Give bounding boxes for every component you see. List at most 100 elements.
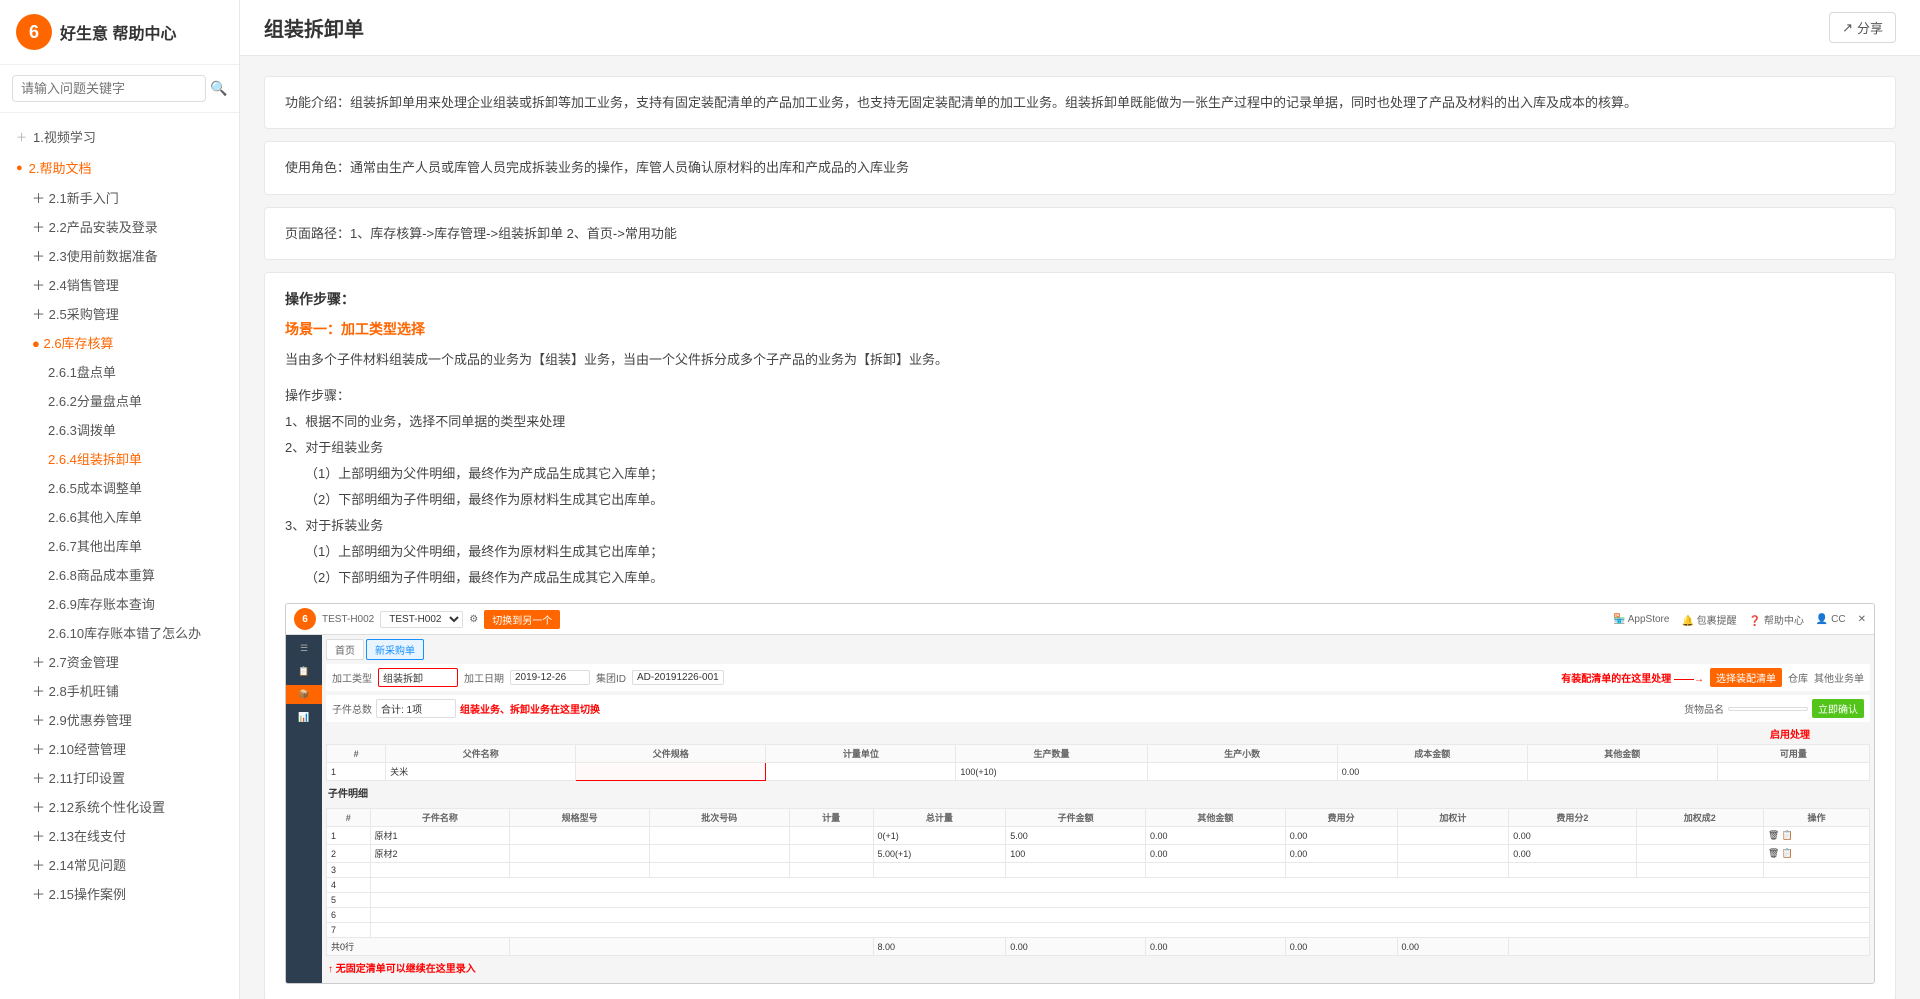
ss-tabs: 首页 新采购单 <box>326 639 1870 660</box>
ss-enable-annotation: 启用处理 <box>1770 726 1810 741</box>
path-card: 页面路径：1、库存核算->库存管理->组装拆卸单 2、首页->常用功能 <box>264 207 1896 260</box>
step1: 1、根据不同的业务，选择不同单据的类型来处理 <box>285 409 1875 435</box>
ss-sidebar: ☰ 📋 📦 📊 <box>286 635 322 983</box>
ss-switch-btn[interactable]: 切换到另一个 <box>484 610 560 629</box>
nav-list: ＋ 1.视频学习 ● 2.帮助文档 ＋ 2.1新手入门 ＋ 2.2产品安装及登录… <box>0 113 239 999</box>
ss-th-qtysmall: 生产小数 <box>1147 745 1337 763</box>
sidebar-item-install[interactable]: ＋ 2.2产品安装及登录 <box>0 212 239 241</box>
ss-form-row2: 子件总数 合计: 1项 组装业务、拆卸业务在这里切换 货物品名 立即确认 <box>326 695 1870 722</box>
ss-logo: 6 <box>294 608 316 630</box>
ss-tab-new[interactable]: 新采购单 <box>366 639 424 660</box>
ss-row-parent: 1 关米 100(+10) 0.00 <box>327 763 1870 781</box>
expand-icon: ＋ <box>16 129 27 145</box>
ss-app-icon: 🏪 AppStore <box>1613 614 1669 625</box>
ss-row-empty7: 7 <box>327 923 1870 938</box>
ss-company: TEST-H002 <box>322 614 374 625</box>
ss-annotation-switch: 组装业务、拆卸业务在这里切换 <box>460 701 1680 716</box>
sidebar-item-cost-adjust[interactable]: 2.6.5成本调整单 <box>0 473 239 502</box>
logo-area: 6 好生意 帮助中心 <box>0 0 239 65</box>
ops-title: 操作步骤： <box>285 289 1875 309</box>
ss-form-row1: 加工类型 组装拆卸 加工日期 2019-12-26 集团ID AD-201912… <box>326 664 1870 691</box>
sidebar-item-sales[interactable]: ＋ 2.4销售管理 <box>0 270 239 299</box>
sidebar-item-stock-fix[interactable]: 2.6.10库存账本错了怎么办 <box>0 618 239 647</box>
ss-extra-label2: 其他业务单 <box>1814 670 1864 685</box>
ss-subcount-input[interactable]: 合计: 1项 <box>376 699 456 718</box>
step2-1: （1）上部明细为父件明细，最终作为产成品生成其它入库单； <box>285 461 1875 487</box>
search-icon[interactable]: 🔍 <box>210 80 227 97</box>
ss-choose-btn[interactable]: 选择装配清单 <box>1710 668 1782 687</box>
ss-subcount-label: 子件总数 <box>332 701 372 716</box>
sidebar-item-personalize[interactable]: ＋ 2.12系统个性化设置 <box>0 792 239 821</box>
ss-th-other: 其他金额 <box>1527 745 1717 763</box>
sidebar-item-data-prep[interactable]: ＋ 2.3使用前数据准备 <box>0 241 239 270</box>
main-area: 组装拆卸单 ↗ 分享 功能介绍：组装拆卸单用来处理企业组装或拆卸等加工业务，支持… <box>240 0 1920 999</box>
sidebar-item-docs[interactable]: ● 2.帮助文档 <box>0 152 239 183</box>
screenshot-wrapper: 6 TEST-H002 TEST-H002 ⚙ 切换到另一个 🏪 AppStor… <box>285 603 1875 984</box>
sidebar-item-cases[interactable]: ＋ 2.15操作案例 <box>0 879 239 908</box>
sidebar-item-stock-query[interactable]: 2.6.9库存账本查询 <box>0 589 239 618</box>
sidebar-item-cost-recalc[interactable]: 2.6.8商品成本重算 <box>0 560 239 589</box>
ss-confirm-btn[interactable]: 立即确认 <box>1812 699 1864 718</box>
ss-find-input[interactable] <box>1728 707 1808 711</box>
sidebar-item-video[interactable]: ＋ 1.视频学习 <box>0 121 239 152</box>
intro-card: 功能介绍：组装拆卸单用来处理企业组装或拆卸等加工业务，支持有固定装配清单的产品加… <box>264 76 1896 129</box>
sidebar-item-finance[interactable]: ＋ 2.7资金管理 <box>0 647 239 676</box>
sidebar-item-newbie[interactable]: ＋ 2.1新手入门 <box>0 183 239 212</box>
step2: 2、对于组装业务 <box>285 435 1875 461</box>
ss-annotation-haslist: 有装配清单的在这里处理 ——→ <box>730 670 1704 685</box>
topbar: 组装拆卸单 ↗ 分享 <box>240 0 1920 56</box>
ss-row-child1: 1 原材1 0(+1) 5.00 0.00 0.00 <box>327 827 1870 845</box>
step2-2: （2）下部明细为子件明细，最终作为原材料生成其它出库单。 <box>285 487 1875 513</box>
step3-2: （2）下部明细为子件明细，最终作为产成品生成其它入库单。 <box>285 565 1875 591</box>
ss-body: ☰ 📋 📦 📊 首页 新采购单 <box>286 635 1874 983</box>
ss-row-empty5: 5 <box>327 893 1870 908</box>
ss-type-input[interactable]: 组装拆卸 <box>378 668 458 687</box>
ss-user-icon: 👤 CC <box>1816 614 1846 625</box>
sidebar-item-online-pay[interactable]: ＋ 2.13在线支付 <box>0 821 239 850</box>
share-icon: ↗ <box>1842 20 1853 36</box>
ss-table-footer: 共0行 8.00 0.00 0.00 0.00 0.00 <box>327 938 1870 956</box>
content-area: 功能介绍：组装拆卸单用来处理企业组装或拆卸等加工业务，支持有固定装配清单的产品加… <box>240 56 1920 999</box>
step3: 3、对于拆装业务 <box>285 513 1875 539</box>
ss-th-cost: 成本金额 <box>1337 745 1527 763</box>
step3-1: （1）上部明细为父件明细，最终作为原材料生成其它出库单； <box>285 539 1875 565</box>
ops-block: 操作步骤： 场景一：加工类型选择 当由多个子件材料组装成一个成品的业务为【组装】… <box>264 272 1896 999</box>
ss-close-icon[interactable]: ✕ <box>1858 614 1866 625</box>
ss-row-child2: 2 原材2 5.00(+1) 100 0.00 0.00 <box>327 845 1870 863</box>
sidebar-item-print[interactable]: ＋ 2.11打印设置 <box>0 763 239 792</box>
sidebar-item-mobile[interactable]: ＋ 2.8手机旺铺 <box>0 676 239 705</box>
sidebar-item-other-out[interactable]: 2.6.7其他出库单 <box>0 531 239 560</box>
ss-company-select[interactable]: TEST-H002 <box>380 611 463 628</box>
sidebar-item-stocktake[interactable]: 2.6.1盘点单 <box>0 357 239 386</box>
ss-th-parent-name: 父件名称 <box>386 745 576 763</box>
scene1-desc: 当由多个子件材料组装成一个成品的业务为【组装】业务，当由一个父件拆分成多个子产品… <box>285 347 1875 373</box>
sidebar-item-inventory[interactable]: ● 2.6库存核算 <box>0 328 239 357</box>
sidebar-item-other-in[interactable]: 2.6.6其他入库单 <box>0 502 239 531</box>
ss-row-empty3: 3 <box>327 863 1870 878</box>
ss-help-icon: ❓ 帮助中心 <box>1749 612 1804 627</box>
sidebar: 6 好生意 帮助中心 🔍 ＋ 1.视频学习 ● 2.帮助文档 ＋ 2.1新手入门… <box>0 0 240 999</box>
logo-icon: 6 <box>16 14 52 50</box>
page-title: 组装拆卸单 <box>264 13 364 42</box>
search-input[interactable] <box>12 75 206 102</box>
screenshot: 6 TEST-H002 TEST-H002 ⚙ 切换到另一个 🏪 AppStor… <box>285 603 1875 984</box>
ss-tab-home[interactable]: 首页 <box>326 639 364 660</box>
ss-date-label: 加工日期 <box>464 670 504 685</box>
scene1-title: 场景一：加工类型选择 <box>285 319 1875 339</box>
sidebar-item-faq[interactable]: ＋ 2.14常见问题 <box>0 850 239 879</box>
ss-lower-table: # 子件名称 规格型号 批次号码 计量 总计量 子件金额 其他金额 费用分 <box>326 808 1870 956</box>
ss-annotation-area1: 启用处理 <box>326 726 1870 740</box>
sidebar-item-partial-stocktake[interactable]: 2.6.2分量盘点单 <box>0 386 239 415</box>
share-button[interactable]: ↗ 分享 <box>1829 12 1896 43</box>
ss-type-label: 加工类型 <box>332 670 372 685</box>
ss-th-unit: 计量单位 <box>766 745 956 763</box>
ss-content: 首页 新采购单 加工类型 组装拆卸 加工日期 2019-12-26 集团ID A… <box>322 635 1874 983</box>
sidebar-item-coupon[interactable]: ＋ 2.9优惠券管理 <box>0 705 239 734</box>
ss-id-input[interactable]: AD-20191226-001 <box>632 670 724 685</box>
sidebar-item-purchase[interactable]: ＋ 2.5采购管理 <box>0 299 239 328</box>
sidebar-item-ops[interactable]: ＋ 2.10经营管理 <box>0 734 239 763</box>
ss-date-input[interactable]: 2019-12-26 <box>510 670 590 685</box>
sidebar-item-transfer[interactable]: 2.6.3调拨单 <box>0 415 239 444</box>
ss-lower-table-label: 子件明细 <box>326 781 1870 804</box>
sidebar-item-assembly[interactable]: 2.6.4组装拆卸单 <box>0 444 239 473</box>
